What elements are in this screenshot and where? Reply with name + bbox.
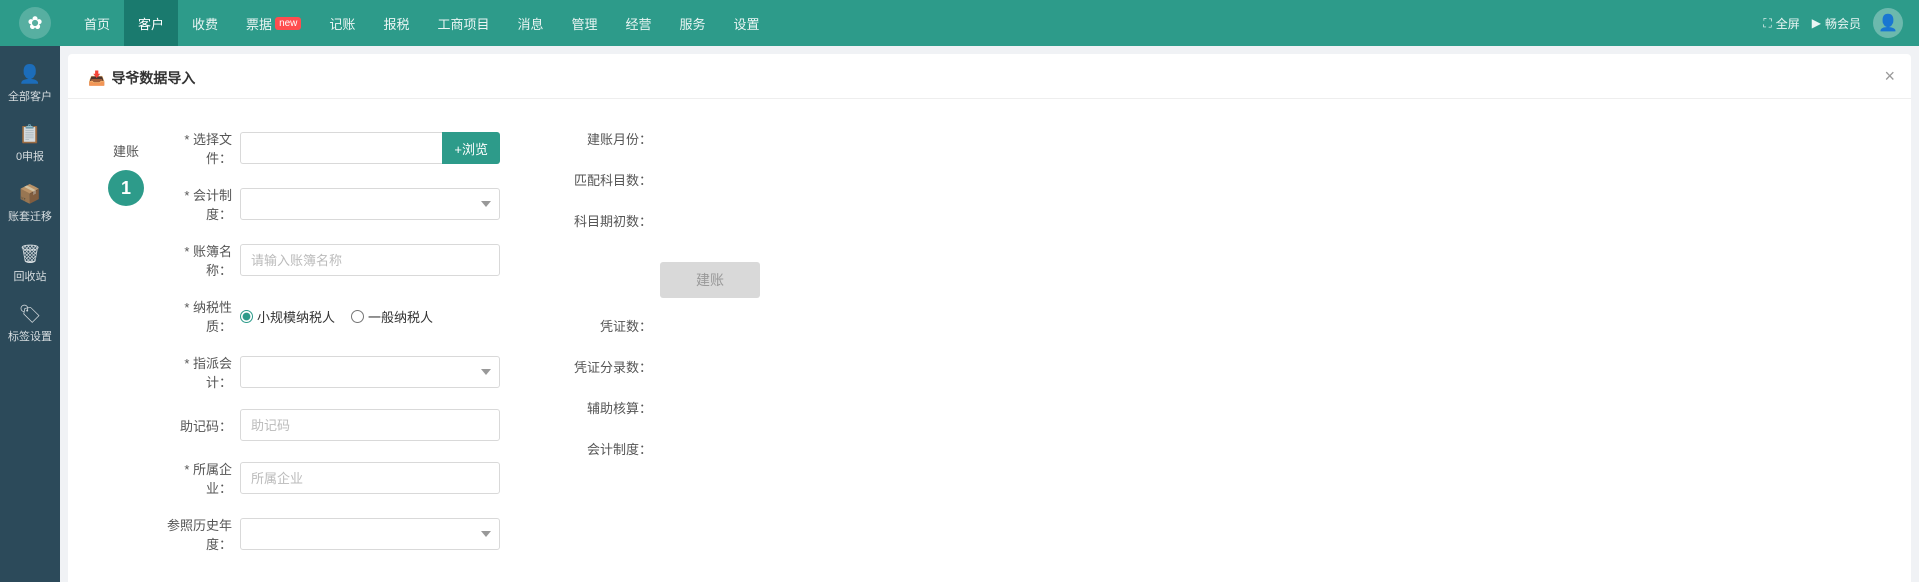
nav-item-fees[interactable]: 收费 [178,0,232,46]
build-account-button[interactable]: 建账 [660,262,760,298]
avatar[interactable]: 👤 [1873,8,1903,38]
tax-radio-group: 小规模纳税人 一般纳税人 [240,307,500,326]
nav-item-settings[interactable]: 设置 [720,0,774,46]
file-input-group: +浏览 [240,132,500,164]
file-row: * 选择文件： +浏览 [160,129,500,167]
all-customers-icon: 👤 [19,64,41,85]
company-row: * 所属企业： [160,459,500,497]
accounting-label: * 会计制度： [160,185,240,223]
declaration-icon: 📋 [19,124,41,145]
fullscreen-icon: ⛶ [1763,16,1771,31]
form-left: 建账 1 * 选择文件： +浏览 [108,129,500,571]
close-button[interactable]: × [1884,66,1895,87]
file-label: * 选择文件： [160,129,240,167]
fullscreen-btn[interactable]: ⛶ 全屏 [1763,15,1799,32]
accounting-row: * 会计制度： [160,185,500,223]
accountant-label: * 指派会计： [160,353,240,391]
memo-code-input[interactable] [240,409,500,441]
logo-icon: ✿ [19,7,51,39]
nav-item-message[interactable]: 消息 [503,0,557,46]
dialog-panel: 📥 导爷数据导入 × 建账 1 * 选择文件： [68,54,1911,582]
sidebar-item-migration[interactable]: 📦 账套迁移 [0,174,60,234]
ledger-row: * 账簿名称： [160,241,500,279]
tax-small-radio[interactable] [240,310,253,323]
match-subjects-label: 匹配科目数： [560,170,660,189]
tax-small-label[interactable]: 小规模纳税人 [240,307,335,326]
ledger-name-input[interactable] [240,244,500,276]
top-nav: ✿ 首页 客户 收费 票据 new 记账 报税 工商项目 消息 管理 经营 服务… [0,0,1919,46]
layout: 👤 全部客户 📋 0申报 📦 账套迁移 🗑 回收站 🏷 标签设置 📥 导 [0,46,1919,582]
voucher-entries-row: 凭证分录数： [560,357,840,376]
nav-item-operation[interactable]: 经营 [612,0,666,46]
right-fields: 建账月份： 匹配科目数： 科目期初数： 建账 [560,129,840,458]
voucher-label: 凭证数： [560,316,660,335]
membership-icon: ▶ [1812,16,1821,30]
sidebar-item-recycle[interactable]: 🗑 回收站 [0,234,60,294]
sidebar-item-all-customers[interactable]: 👤 全部客户 [0,54,60,114]
tax-general-label[interactable]: 一般纳税人 [351,307,433,326]
aux-label: 辅助核算： [560,398,660,417]
history-label: 参照历史年度： [160,515,240,553]
sidebar: 👤 全部客户 📋 0申报 📦 账套迁移 🗑 回收站 🏷 标签设置 [0,46,60,582]
nav-item-customer[interactable]: 客户 [124,0,178,46]
accountant-select[interactable] [240,356,500,388]
aux-row: 辅助核算： [560,398,840,417]
initial-period-label: 科目期初数： [560,211,660,230]
logo-area[interactable]: ✿ [8,7,62,39]
nav-item-management[interactable]: 管理 [557,0,611,46]
history-row: 参照历史年度： [160,515,500,553]
initial-period-row: 科目期初数： [560,211,840,230]
nav-right: ⛶ 全屏 ▶ 畅会员 👤 [1763,8,1919,38]
sidebar-item-declaration[interactable]: 📋 0申报 [0,114,60,174]
memo-row: 助记码： [160,409,500,441]
tax-row: * 纳税性质： 小规模纳税人 一般纳税人 [160,297,500,335]
migration-icon: 📦 [19,184,41,205]
right-panel: 建账月份： 匹配科目数： 科目期初数： 建账 [540,129,1871,571]
build-month-label: 建账月份： [560,129,660,148]
nav-item-invoice[interactable]: 票据 new [232,0,315,46]
form-container: 建账 1 * 选择文件： +浏览 [68,99,1911,582]
tax-general-radio[interactable] [351,310,364,323]
new-badge: new [275,17,301,30]
ledger-label: * 账簿名称： [160,241,240,279]
nav-items: 首页 客户 收费 票据 new 记账 报税 工商项目 消息 管理 经营 服务 设… [70,0,1763,46]
browse-button[interactable]: +浏览 [442,132,500,164]
tags-icon: 🏷 [19,304,42,325]
file-input[interactable] [240,132,442,164]
match-subjects-row: 匹配科目数： [560,170,840,189]
step-badge: 1 [108,170,144,206]
voucher-entries-label: 凭证分录数： [560,357,660,376]
nav-item-home[interactable]: 首页 [70,0,124,46]
acct-system-label: 会计制度： [560,439,660,458]
accountant-row: * 指派会计： [160,353,500,391]
import-icon: 📥 [88,70,105,87]
recycle-icon: 🗑 [19,244,42,265]
company-label: * 所属企业： [160,459,240,497]
accounting-select[interactable] [240,188,500,220]
company-input[interactable] [240,462,500,494]
main-content: 📥 导爷数据导入 × 建账 1 * 选择文件： [60,46,1919,582]
build-month-row: 建账月份： [560,129,840,148]
dialog-title: 📥 导爷数据导入 [88,68,195,88]
acct-system-row: 会计制度： [560,439,840,458]
nav-item-tax[interactable]: 报税 [369,0,423,46]
nav-item-bookkeeping[interactable]: 记账 [315,0,369,46]
tax-label: * 纳税性质： [160,297,240,335]
memo-label: 助记码： [160,416,240,435]
sidebar-item-tags[interactable]: 🏷 标签设置 [0,294,60,354]
form-fields: * 选择文件： +浏览 * 会计制度： [160,129,500,571]
membership-btn[interactable]: ▶ 畅会员 [1812,15,1861,32]
avatar-icon: 👤 [1878,13,1898,33]
nav-item-business[interactable]: 工商项目 [423,0,503,46]
step-label: 建账 [113,141,139,160]
nav-item-service[interactable]: 服务 [666,0,720,46]
history-year-select[interactable] [240,518,500,550]
dialog-header: 📥 导爷数据导入 × [68,54,1911,99]
voucher-row: 凭证数： [560,316,840,335]
